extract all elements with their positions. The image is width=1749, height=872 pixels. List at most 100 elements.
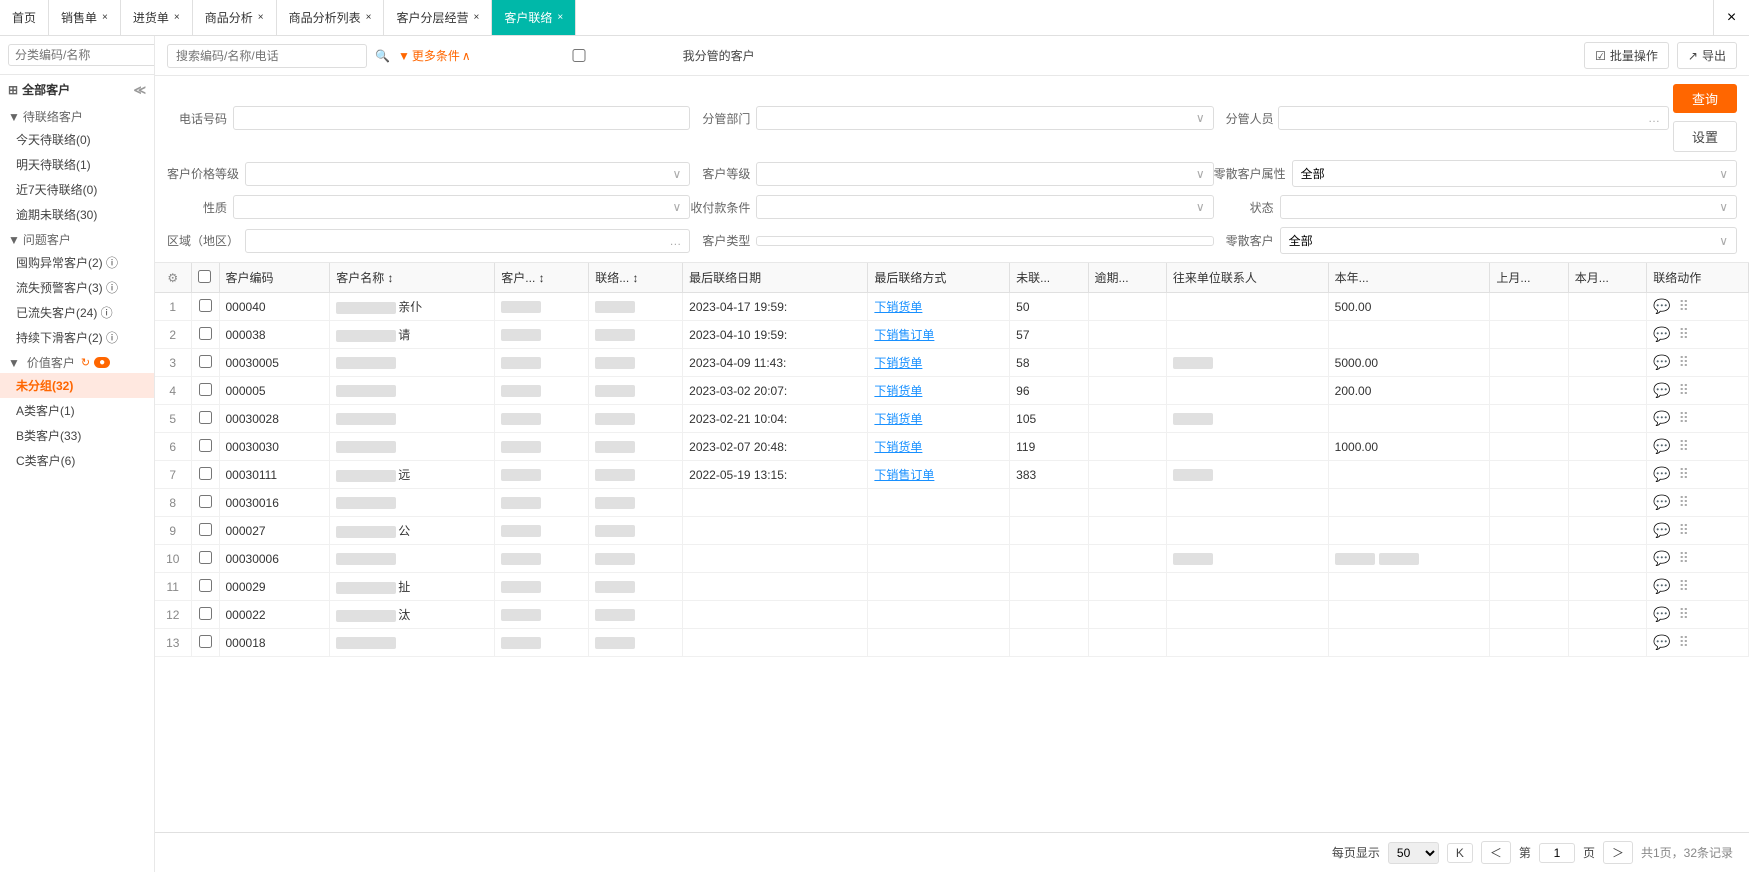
last-contact-method[interactable]: 下销售订单 <box>868 321 1010 349</box>
per-page-select[interactable]: 50 20 100 <box>1388 842 1439 864</box>
col-this-year-header[interactable]: 本年... <box>1328 263 1490 293</box>
sidebar-item-churn-warning[interactable]: 流失预警客户(3) ⓘ <box>0 275 154 300</box>
tab-customer-contact[interactable]: 客户联络 × <box>492 0 576 35</box>
batch-ops-button[interactable]: ☑ 批量操作 <box>1584 42 1669 69</box>
chat-icon[interactable]: 💬 <box>1653 522 1670 539</box>
row-checkbox[interactable] <box>199 551 212 564</box>
menu-icon[interactable]: ⠿ <box>1679 410 1689 427</box>
col-this-month-header[interactable]: 本月... <box>1568 263 1646 293</box>
sidebar-item-class-c[interactable]: C类客户(6) <box>0 448 154 473</box>
row-checkbox[interactable] <box>199 411 212 424</box>
sidebar-item-today[interactable]: 今天待联络(0) <box>0 127 154 152</box>
col-last-contact-method-header[interactable]: 最后联络方式 <box>868 263 1010 293</box>
retail-attr-select[interactable]: 全部 ∨ <box>1292 160 1737 187</box>
close-product-analysis-list-icon[interactable]: × <box>366 12 372 23</box>
sidebar-item-class-a[interactable]: A类客户(1) <box>0 398 154 423</box>
last-contact-method[interactable] <box>868 573 1010 601</box>
row-checkbox[interactable] <box>199 523 212 536</box>
chat-icon[interactable]: 💬 <box>1653 494 1670 511</box>
close-customer-contact-icon[interactable]: × <box>557 12 563 23</box>
menu-icon[interactable]: ⠿ <box>1679 382 1689 399</box>
last-contact-method[interactable]: 下销货单 <box>868 405 1010 433</box>
last-contact-method[interactable] <box>868 517 1010 545</box>
more-conditions-button[interactable]: ▼ 更多条件 ∧ <box>398 47 471 64</box>
contact-type-link[interactable]: 下销货单 <box>874 384 922 398</box>
filter-search-icon[interactable]: 🔍 <box>375 49 390 63</box>
close-customer-segment-icon[interactable]: × <box>473 12 479 23</box>
next-page-button[interactable]: ＞ <box>1603 841 1633 864</box>
row-checkbox[interactable] <box>199 299 212 312</box>
tab-purchase[interactable]: 进货单 × <box>121 0 193 35</box>
dept-select[interactable]: ∨ <box>756 106 1213 130</box>
close-purchase-icon[interactable]: × <box>174 12 180 23</box>
chat-icon[interactable]: 💬 <box>1653 410 1670 427</box>
tab-product-analysis[interactable]: 商品分析 × <box>193 0 277 35</box>
sidebar-item-hoarding-abnormal[interactable]: 囤购异常客户(2) ⓘ <box>0 250 154 275</box>
menu-icon[interactable]: ⠿ <box>1679 522 1689 539</box>
sidebar-item-7days[interactable]: 近7天待联络(0) <box>0 177 154 202</box>
status-select[interactable]: ∨ <box>1280 195 1737 219</box>
menu-icon[interactable]: ⠿ <box>1679 494 1689 511</box>
export-button[interactable]: ↗ 导出 <box>1677 42 1737 69</box>
sidebar-search-input[interactable] <box>8 44 155 66</box>
chat-icon[interactable]: 💬 <box>1653 326 1670 343</box>
prev-page-button[interactable]: ＜ <box>1481 841 1511 864</box>
col-code-header[interactable]: 客户编码 <box>219 263 330 293</box>
sidebar-item-tomorrow[interactable]: 明天待联络(1) <box>0 152 154 177</box>
close-product-analysis-icon[interactable]: × <box>258 12 264 23</box>
chat-icon[interactable]: 💬 <box>1653 466 1670 483</box>
page-number-input[interactable] <box>1539 843 1575 863</box>
row-checkbox[interactable] <box>199 635 212 648</box>
close-all-button[interactable]: × <box>1713 0 1749 35</box>
chat-icon[interactable]: 💬 <box>1653 634 1670 651</box>
retail-customer-select[interactable]: 全部 ∨ <box>1280 227 1737 254</box>
sidebar-item-overdue[interactable]: 逾期未联络(30) <box>0 202 154 227</box>
tab-product-analysis-list[interactable]: 商品分析列表 × <box>277 0 385 35</box>
menu-icon[interactable]: ⠿ <box>1679 606 1689 623</box>
region-select[interactable]: … <box>245 229 690 253</box>
gender-select[interactable]: ∨ <box>233 195 690 219</box>
row-checkbox[interactable] <box>199 383 212 396</box>
menu-icon[interactable]: ⠿ <box>1679 550 1689 567</box>
customer-type-select[interactable] <box>756 236 1213 246</box>
row-checkbox[interactable] <box>199 439 212 452</box>
chat-icon[interactable]: 💬 <box>1653 550 1670 567</box>
menu-icon[interactable]: ⠿ <box>1679 326 1689 343</box>
select-all-checkbox[interactable] <box>198 270 211 283</box>
sidebar-item-ungrouped[interactable]: 未分组(32) <box>0 373 154 398</box>
chat-icon[interactable]: 💬 <box>1653 606 1670 623</box>
group-pending-contact-title[interactable]: ▼ 待联络客户 <box>0 104 154 127</box>
row-checkbox[interactable] <box>199 327 212 340</box>
my-customers-checkbox[interactable] <box>479 49 679 62</box>
search-input[interactable] <box>167 44 367 68</box>
table-settings-icon[interactable]: ⚙ <box>155 263 191 293</box>
tab-home[interactable]: 首页 <box>0 0 49 35</box>
chat-icon[interactable]: 💬 <box>1653 578 1670 595</box>
chat-icon[interactable]: 💬 <box>1653 382 1670 399</box>
last-contact-method[interactable] <box>868 489 1010 517</box>
chat-icon[interactable]: 💬 <box>1653 438 1670 455</box>
last-contact-method[interactable] <box>868 629 1010 657</box>
my-customers-checkbox-label[interactable]: 我分管的客户 <box>479 47 755 64</box>
menu-icon[interactable]: ⠿ <box>1679 354 1689 371</box>
col-partner-contacts-header[interactable]: 往来单位联系人 <box>1166 263 1328 293</box>
row-checkbox[interactable] <box>199 579 212 592</box>
col-type-header[interactable]: 客户... ↕ <box>495 263 589 293</box>
row-checkbox[interactable] <box>199 355 212 368</box>
menu-icon[interactable]: ⠿ <box>1679 466 1689 483</box>
col-check-header[interactable] <box>191 263 219 293</box>
query-button[interactable]: 查询 <box>1673 84 1737 113</box>
row-checkbox[interactable] <box>199 467 212 480</box>
last-contact-method[interactable]: 下销售订单 <box>868 461 1010 489</box>
contact-type-link[interactable]: 下销货单 <box>874 412 922 426</box>
phone-input[interactable] <box>233 106 690 130</box>
tab-customer-segment[interactable]: 客户分层经营 × <box>384 0 492 35</box>
last-contact-method[interactable]: 下销货单 <box>868 349 1010 377</box>
menu-icon[interactable]: ⠿ <box>1679 438 1689 455</box>
contact-type-link[interactable]: 下销售订单 <box>874 468 934 482</box>
menu-icon[interactable]: ⠿ <box>1679 298 1689 315</box>
contact-type-link[interactable]: 下销货单 <box>874 356 922 370</box>
last-contact-method[interactable]: 下销货单 <box>868 293 1010 321</box>
tab-sales[interactable]: 销售单 × <box>49 0 121 35</box>
row-checkbox[interactable] <box>199 607 212 620</box>
